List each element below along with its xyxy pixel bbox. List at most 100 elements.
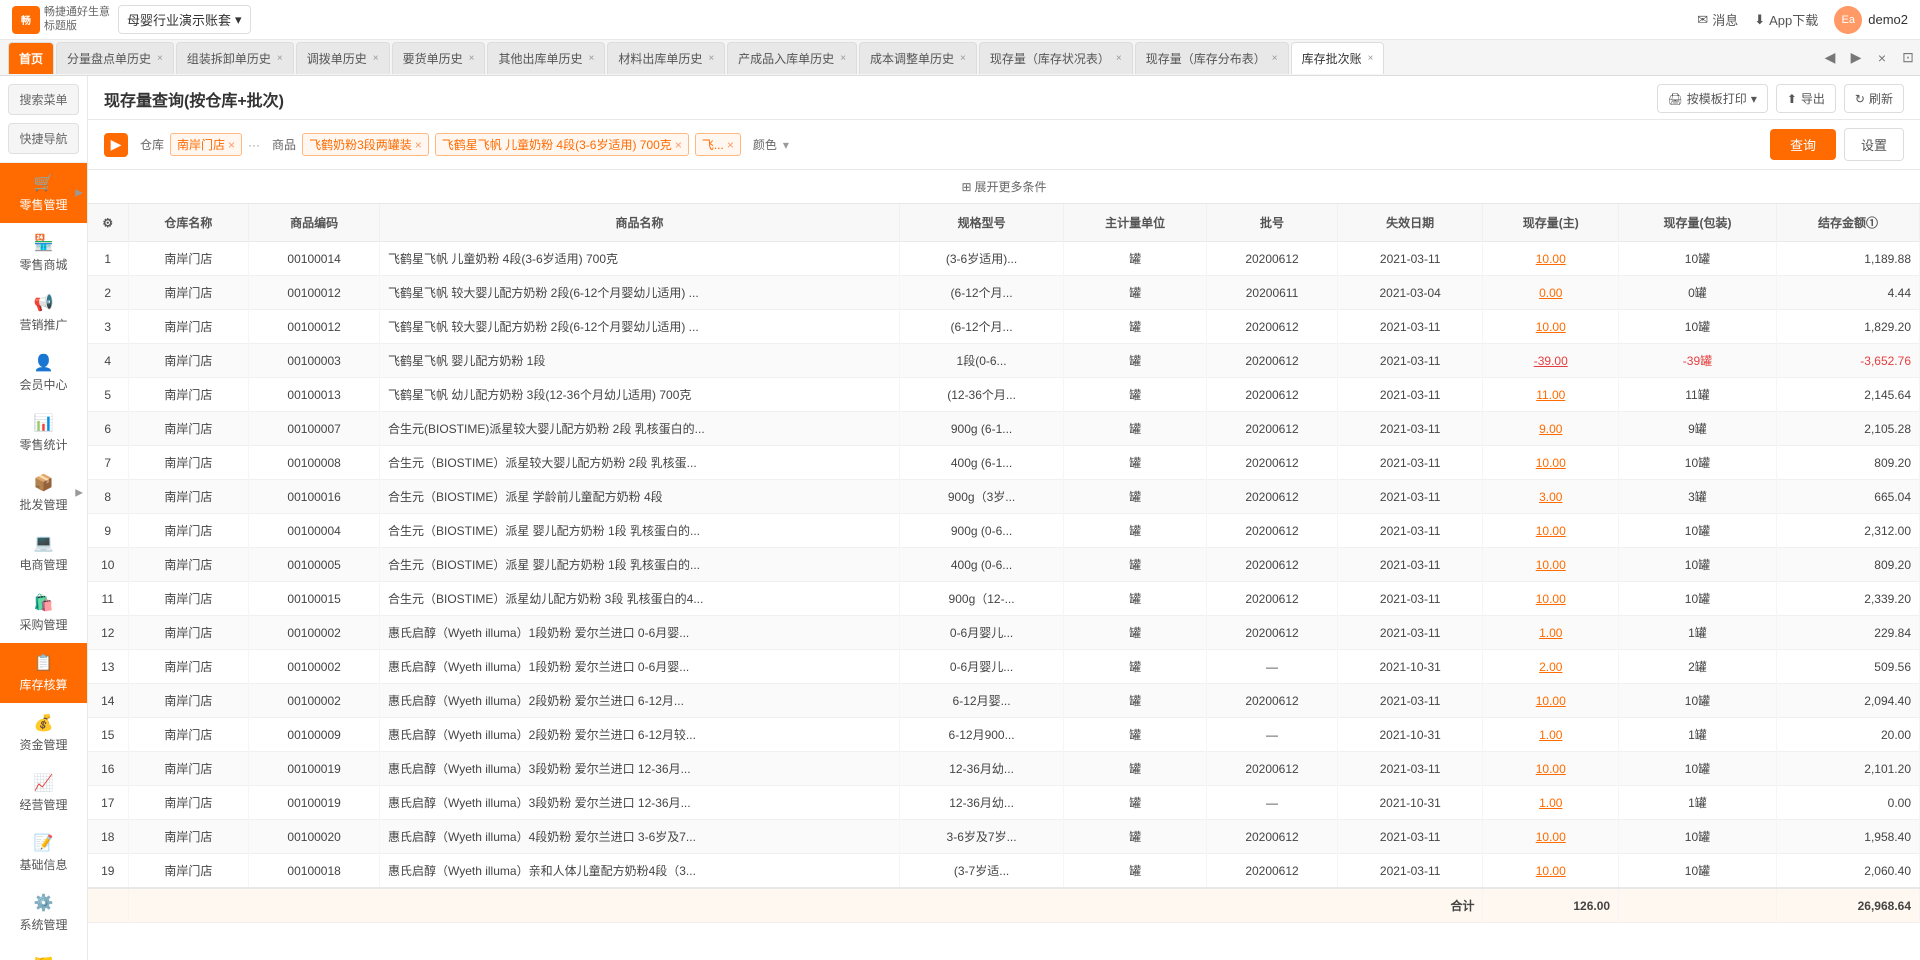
cell-qty-main[interactable]: 1.00 bbox=[1483, 616, 1619, 650]
shortcut-nav-btn[interactable]: 快捷导航 bbox=[8, 123, 79, 154]
tab-close-icon[interactable]: × bbox=[157, 53, 163, 64]
tab-transfer[interactable]: 调拨单历史 × bbox=[296, 42, 390, 74]
row-index: 19 bbox=[88, 854, 128, 889]
sidebar-item-ecommerce[interactable]: 💻 电商管理 bbox=[0, 523, 87, 583]
sidebar-item-purchase[interactable]: 🛍️ 采购管理 bbox=[0, 583, 87, 643]
cell-qty-main[interactable]: 3.00 bbox=[1483, 480, 1619, 514]
tab-close-current-btn[interactable]: × bbox=[1870, 46, 1894, 70]
tab-home[interactable]: 首页 bbox=[8, 42, 54, 74]
page-actions: 🖨 按模板打印 ▾ ⬆ 导出 ↻ 刷新 bbox=[1657, 84, 1904, 113]
cell-qty-main[interactable]: 0.00 bbox=[1483, 276, 1619, 310]
sidebar-item-wholesale[interactable]: 📦 批发管理 ▶ bbox=[0, 463, 87, 523]
data-table: ⚙ 仓库名称 商品编码 商品名称 规格型号 主计量单位 批号 失效日期 现存量(… bbox=[88, 204, 1920, 923]
tab-other-out[interactable]: 其他出库单历史 × bbox=[487, 42, 605, 74]
tab-close-icon[interactable]: × bbox=[708, 53, 714, 64]
cell-qty-main[interactable]: 10.00 bbox=[1483, 582, 1619, 616]
expand-more-btn[interactable]: ⊞ 展开更多条件 bbox=[88, 174, 1920, 199]
enterprise-selector[interactable]: 母婴行业演示账套 ▾ bbox=[118, 5, 251, 34]
cell-qty-main[interactable]: 9.00 bbox=[1483, 412, 1619, 446]
tab-requisition[interactable]: 要货单历史 × bbox=[392, 42, 486, 74]
cell-warehouse: 南岸门店 bbox=[128, 242, 249, 276]
goods-tag-1[interactable]: 飞鹤奶粉3段两罐装 × bbox=[302, 133, 429, 156]
color-dropdown-icon[interactable]: ▾ bbox=[783, 138, 789, 152]
sidebar-item-ops[interactable]: 📈 经营管理 bbox=[0, 763, 87, 823]
cell-name: 合生元(BIOSTIME)派星较大婴儿配方奶粉 2段 乳核蛋白的... bbox=[379, 412, 899, 446]
setting-btn[interactable]: 设置 bbox=[1844, 128, 1904, 161]
tab-close-icon[interactable]: × bbox=[1272, 53, 1278, 64]
goods-tag-2[interactable]: 飞鹤星飞帆 儿童奶粉 4段(3-6岁适用) 700克 × bbox=[435, 133, 689, 156]
sidebar-item-retail[interactable]: 🛒 零售管理 ▶ bbox=[0, 163, 87, 223]
sidebar-item-retail-store[interactable]: 🏪 零售商城 bbox=[0, 223, 87, 283]
refresh-btn[interactable]: ↻ 刷新 bbox=[1844, 84, 1904, 113]
tab-close-icon[interactable]: × bbox=[588, 53, 594, 64]
tab-inventory-status[interactable]: 现存量（库存状况表） × bbox=[979, 42, 1133, 74]
content-area: 现存量查询(按仓库+批次) 🖨 按模板打印 ▾ ⬆ 导出 ↻ 刷新 ▶ bbox=[88, 76, 1920, 960]
cell-qty-main[interactable]: 10.00 bbox=[1483, 752, 1619, 786]
tab-product-in[interactable]: 产成品入库单历史 × bbox=[727, 42, 857, 74]
tab-close-icon[interactable]: × bbox=[469, 53, 475, 64]
stats-icon: 📊 bbox=[34, 413, 54, 433]
tab-close-icon[interactable]: × bbox=[840, 53, 846, 64]
cell-qty-main[interactable]: 10.00 bbox=[1483, 684, 1619, 718]
row-index: 15 bbox=[88, 718, 128, 752]
sidebar-item-enterprise-coop[interactable]: 🤝 企业协同 bbox=[0, 943, 87, 960]
tab-inventory-dist[interactable]: 现存量（库存分布表） × bbox=[1135, 42, 1289, 74]
cell-spec: (3-6岁适用)... bbox=[900, 242, 1064, 276]
warehouse-tag-remove[interactable]: × bbox=[228, 138, 235, 152]
cell-qty-main[interactable]: 1.00 bbox=[1483, 718, 1619, 752]
warehouse-tag[interactable]: 南岸门店 × bbox=[170, 133, 242, 156]
search-menu-btn[interactable]: 搜索菜单 bbox=[8, 84, 79, 115]
download-btn[interactable]: ⬇ App下载 bbox=[1754, 10, 1818, 29]
tab-close-icon[interactable]: × bbox=[277, 53, 283, 64]
goods-tag-1-remove[interactable]: × bbox=[415, 138, 422, 152]
export-btn[interactable]: ⬆ 导出 bbox=[1776, 84, 1836, 113]
tab-cost-adjust[interactable]: 成本调整单历史 × bbox=[859, 42, 977, 74]
tab-menu-btn[interactable]: ⊡ bbox=[1896, 46, 1920, 70]
tab-prev-btn[interactable]: ◀ bbox=[1818, 46, 1842, 70]
tab-disassemble[interactable]: 组装拆卸单历史 × bbox=[176, 42, 294, 74]
cell-qty-main[interactable]: 10.00 bbox=[1483, 820, 1619, 854]
sidebar-item-marketing[interactable]: 📢 营销推广 bbox=[0, 283, 87, 343]
sidebar-item-finance[interactable]: 💰 资金管理 bbox=[0, 703, 87, 763]
tab-close-icon[interactable]: × bbox=[960, 53, 966, 64]
tab-close-icon[interactable]: × bbox=[373, 53, 379, 64]
tab-close-icon[interactable]: × bbox=[1368, 53, 1374, 64]
row-index: 8 bbox=[88, 480, 128, 514]
cell-batch: 20200612 bbox=[1207, 310, 1338, 344]
cell-qty-pkg: 10罐 bbox=[1619, 514, 1777, 548]
filter-expand-btn[interactable]: ▶ bbox=[104, 133, 128, 157]
tab-batch-voucher[interactable]: 库存批次账 × bbox=[1291, 42, 1385, 74]
search-btn[interactable]: 查询 bbox=[1770, 129, 1836, 160]
sidebar-item-member[interactable]: 👤 会员中心 bbox=[0, 343, 87, 403]
basic-icon: 📝 bbox=[34, 833, 54, 853]
cell-unit: 罐 bbox=[1064, 548, 1207, 582]
table-row: 12 南岸门店 00100002 惠氏启醇（Wyeth illuma）1段奶粉 … bbox=[88, 616, 1920, 650]
cell-qty-main[interactable]: 10.00 bbox=[1483, 548, 1619, 582]
cell-qty-main[interactable]: 10.00 bbox=[1483, 446, 1619, 480]
tab-next-btn[interactable]: ▶ bbox=[1844, 46, 1868, 70]
cell-warehouse: 南岸门店 bbox=[128, 786, 249, 820]
warehouse-filter: 仓库 南岸门店 × ··· bbox=[140, 133, 260, 156]
message-btn[interactable]: ✉ 消息 bbox=[1697, 10, 1738, 29]
cell-qty-main[interactable]: 2.00 bbox=[1483, 650, 1619, 684]
sidebar-item-system[interactable]: ⚙️ 系统管理 bbox=[0, 883, 87, 943]
goods-tag-3-remove[interactable]: × bbox=[727, 138, 734, 152]
tab-material-out[interactable]: 材料出库单历史 × bbox=[607, 42, 725, 74]
filter-more-icon[interactable]: ··· bbox=[248, 138, 260, 152]
print-btn[interactable]: 🖨 按模板打印 ▾ bbox=[1657, 84, 1768, 113]
cell-qty-main[interactable]: 10.00 bbox=[1483, 854, 1619, 889]
cell-qty-main[interactable]: 10.00 bbox=[1483, 514, 1619, 548]
cell-qty-main[interactable]: 10.00 bbox=[1483, 310, 1619, 344]
cell-qty-main[interactable]: 10.00 bbox=[1483, 242, 1619, 276]
goods-tag-3[interactable]: 飞... × bbox=[695, 133, 741, 156]
cell-qty-main[interactable]: 1.00 bbox=[1483, 786, 1619, 820]
tab-close-icon[interactable]: × bbox=[1116, 53, 1122, 64]
cell-qty-main[interactable]: -39.00 bbox=[1483, 344, 1619, 378]
row-index: 7 bbox=[88, 446, 128, 480]
cell-qty-main[interactable]: 11.00 bbox=[1483, 378, 1619, 412]
tab-split-history[interactable]: 分量盘点单历史 × bbox=[56, 42, 174, 74]
sidebar-item-basic[interactable]: 📝 基础信息 bbox=[0, 823, 87, 883]
goods-tag-2-remove[interactable]: × bbox=[675, 138, 682, 152]
sidebar-item-inventory[interactable]: 📋 库存核算 bbox=[0, 643, 87, 703]
sidebar-item-retail-stats[interactable]: 📊 零售统计 bbox=[0, 403, 87, 463]
